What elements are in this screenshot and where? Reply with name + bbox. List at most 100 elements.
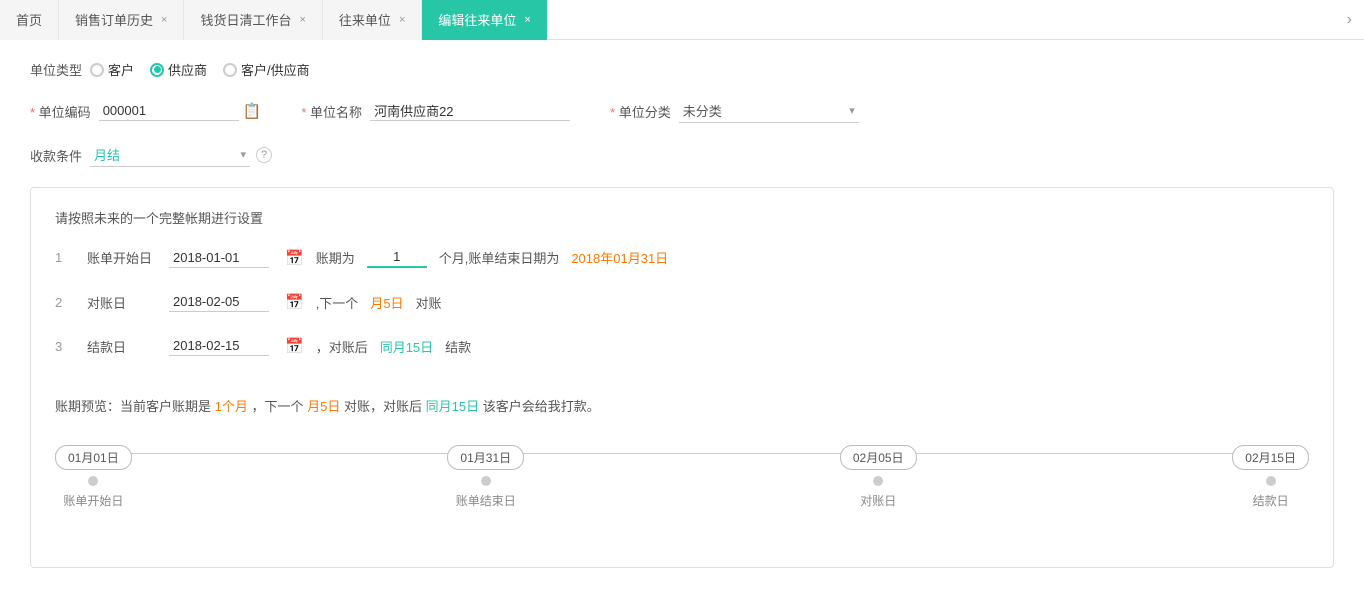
- period-input[interactable]: [367, 247, 427, 268]
- setting-row-2: 2 对账日 📅 ,下一个 月5日 对账: [55, 292, 1309, 312]
- preview-part3-post: 该客户会给我打款。: [483, 399, 600, 414]
- radio-supplier[interactable]: 供应商: [150, 60, 207, 79]
- preview-part1: 1个月: [215, 399, 248, 414]
- row-1-date-input[interactable]: [169, 248, 269, 268]
- row-1-suffix-pre: 账期为: [316, 248, 355, 267]
- row-3-desc-post: 结款: [445, 337, 471, 356]
- timeline-dot-4: [1266, 476, 1276, 486]
- tab-partner-close[interactable]: ×: [399, 14, 405, 26]
- tab-partner[interactable]: 往来单位 ×: [323, 0, 422, 40]
- unit-code-icon[interactable]: 📋: [243, 102, 262, 120]
- preview-section: 账期预览：当前客户账期是 1个月 ，下一个 月5日 对账，对账后 同月15日 该…: [55, 380, 1309, 547]
- preview-part2-pre: ，下一个: [252, 399, 304, 414]
- unit-type-row: 单位类型 客户 供应商 客户/供应商: [30, 60, 1334, 79]
- timeline-node-1: 01月01日 账单开始日: [55, 445, 132, 509]
- timeline-dot-1: [88, 476, 98, 486]
- unit-code-field: 单位编码 📋: [30, 101, 261, 121]
- tab-cash-work-close[interactable]: ×: [299, 14, 305, 26]
- unit-name-input[interactable]: [370, 101, 570, 121]
- row-2-desc-pre: ,下一个: [316, 293, 359, 312]
- preview-part2-highlight: 月5日: [307, 399, 340, 414]
- radio-both[interactable]: 客户/供应商: [223, 60, 310, 79]
- payment-arrow-icon: ▾: [240, 148, 246, 161]
- tab-edit-partner-label: 编辑往来单位: [438, 10, 516, 29]
- tab-cash-work[interactable]: 钱货日清工作台 ×: [184, 0, 322, 40]
- tab-sales-history[interactable]: 销售订单历史 ×: [59, 0, 184, 40]
- setting-row-1: 1 账单开始日 📅 账期为 个月,账单结束日期为 2018年01月31日: [55, 247, 1309, 268]
- payment-select[interactable]: 月结 ▾: [90, 143, 250, 167]
- unit-class-arrow-icon: ▾: [849, 104, 855, 117]
- tab-partner-label: 往来单位: [339, 10, 391, 29]
- timeline-badge-3: 02月05日: [840, 445, 917, 470]
- row-3-num: 3: [55, 339, 75, 354]
- setting-section: 请按照未来的一个完整帐期进行设置 1 账单开始日 📅 账期为 个月,账单结束日期…: [30, 187, 1334, 568]
- radio-both-label: 客户/供应商: [241, 60, 310, 79]
- tab-home-label: 首页: [16, 10, 42, 29]
- payment-value: 月结: [94, 145, 236, 164]
- unit-class-select[interactable]: 未分类 ▾: [679, 99, 859, 123]
- timeline-label-3: 对账日: [860, 492, 896, 509]
- unit-class-field: 单位分类 未分类 ▾: [610, 99, 859, 123]
- radio-customer-label: 客户: [108, 60, 134, 79]
- row-2-label: 对账日: [87, 293, 157, 312]
- unit-class-value: 未分类: [683, 101, 845, 120]
- tab-edit-partner[interactable]: 编辑往来单位 ×: [422, 0, 547, 40]
- payment-help-icon[interactable]: ?: [256, 147, 272, 163]
- unit-name-label: 单位名称: [301, 102, 362, 121]
- section-title: 请按照未来的一个完整帐期进行设置: [55, 208, 1309, 227]
- payment-label: 收款条件: [30, 146, 82, 165]
- unit-code-input[interactable]: [99, 101, 239, 121]
- tab-edit-partner-close[interactable]: ×: [524, 14, 530, 26]
- unit-type-radio-group: 客户 供应商 客户/供应商: [90, 60, 310, 79]
- row-2-date-input[interactable]: [169, 292, 269, 312]
- row-1-end-date: 2018年01月31日: [571, 248, 668, 267]
- row-2-desc-post: 对账: [416, 293, 442, 312]
- row-3-calendar-icon[interactable]: 📅: [285, 337, 304, 355]
- row-1-suffix: 个月,账单结束日期为: [439, 248, 560, 267]
- timeline-label-2: 账单结束日: [456, 492, 516, 509]
- radio-customer[interactable]: 客户: [90, 60, 134, 79]
- unit-type-field: 单位类型 客户 供应商 客户/供应商: [30, 60, 310, 79]
- row-1-label: 账单开始日: [87, 248, 157, 267]
- row-2-highlight: 月5日: [370, 293, 403, 312]
- preview-part3-highlight: 同月15日: [426, 399, 479, 414]
- timeline-dot-3: [873, 476, 883, 486]
- unit-code-label: 单位编码: [30, 102, 91, 121]
- unit-class-label: 单位分类: [610, 102, 671, 121]
- tab-sales-history-close[interactable]: ×: [161, 14, 167, 26]
- preview-text: 账期预览：当前客户账期是 1个月 ，下一个 月5日 对账，对账后 同月15日 该…: [55, 396, 1309, 415]
- unit-type-label: 单位类型: [30, 60, 82, 79]
- radio-customer-circle: [90, 63, 104, 77]
- row-2-num: 2: [55, 295, 75, 310]
- preview-part2-post: 对账，对账后: [344, 399, 422, 414]
- row-3-date-input[interactable]: [169, 336, 269, 356]
- main-content: 单位类型 客户 供应商 客户/供应商 单位编码 📋: [0, 40, 1364, 608]
- radio-both-circle: [223, 63, 237, 77]
- row-1-calendar-icon[interactable]: 📅: [285, 249, 304, 267]
- radio-supplier-label: 供应商: [168, 60, 207, 79]
- tab-bar: 首页 销售订单历史 × 钱货日清工作台 × 往来单位 × 编辑往来单位 × ›: [0, 0, 1364, 40]
- timeline-nodes: 01月01日 账单开始日 01月31日 账单结束日 02月05日 对账日: [55, 445, 1309, 509]
- tab-cash-work-label: 钱货日清工作台: [200, 10, 291, 29]
- timeline-dot-2: [481, 476, 491, 486]
- timeline-label-4: 结款日: [1253, 492, 1289, 509]
- timeline-node-2: 01月31日 账单结束日: [447, 445, 524, 509]
- row-2-calendar-icon[interactable]: 📅: [285, 293, 304, 311]
- tab-home[interactable]: 首页: [0, 0, 59, 40]
- timeline: 01月01日 账单开始日 01月31日 账单结束日 02月05日 对账日: [55, 435, 1309, 539]
- unit-name-field: 单位名称: [301, 101, 570, 121]
- timeline-label-1: 账单开始日: [63, 492, 123, 509]
- row-1-num: 1: [55, 250, 75, 265]
- row-3-label: 结款日: [87, 337, 157, 356]
- timeline-badge-1: 01月01日: [55, 445, 132, 470]
- row-3-highlight: 同月15日: [380, 337, 433, 356]
- payment-field: 收款条件 月结 ▾ ?: [30, 143, 272, 167]
- timeline-node-4: 02月15日 结款日: [1232, 445, 1309, 509]
- unit-info-row: 单位编码 📋 单位名称 单位分类 未分类 ▾: [30, 99, 1334, 123]
- payment-row: 收款条件 月结 ▾ ?: [30, 143, 1334, 167]
- timeline-badge-2: 01月31日: [447, 445, 524, 470]
- preview-label: 账期预览：当前客户账期是: [55, 399, 211, 414]
- timeline-node-3: 02月05日 对账日: [840, 445, 917, 509]
- radio-supplier-circle: [150, 63, 164, 77]
- tab-more-button[interactable]: ›: [1335, 11, 1364, 29]
